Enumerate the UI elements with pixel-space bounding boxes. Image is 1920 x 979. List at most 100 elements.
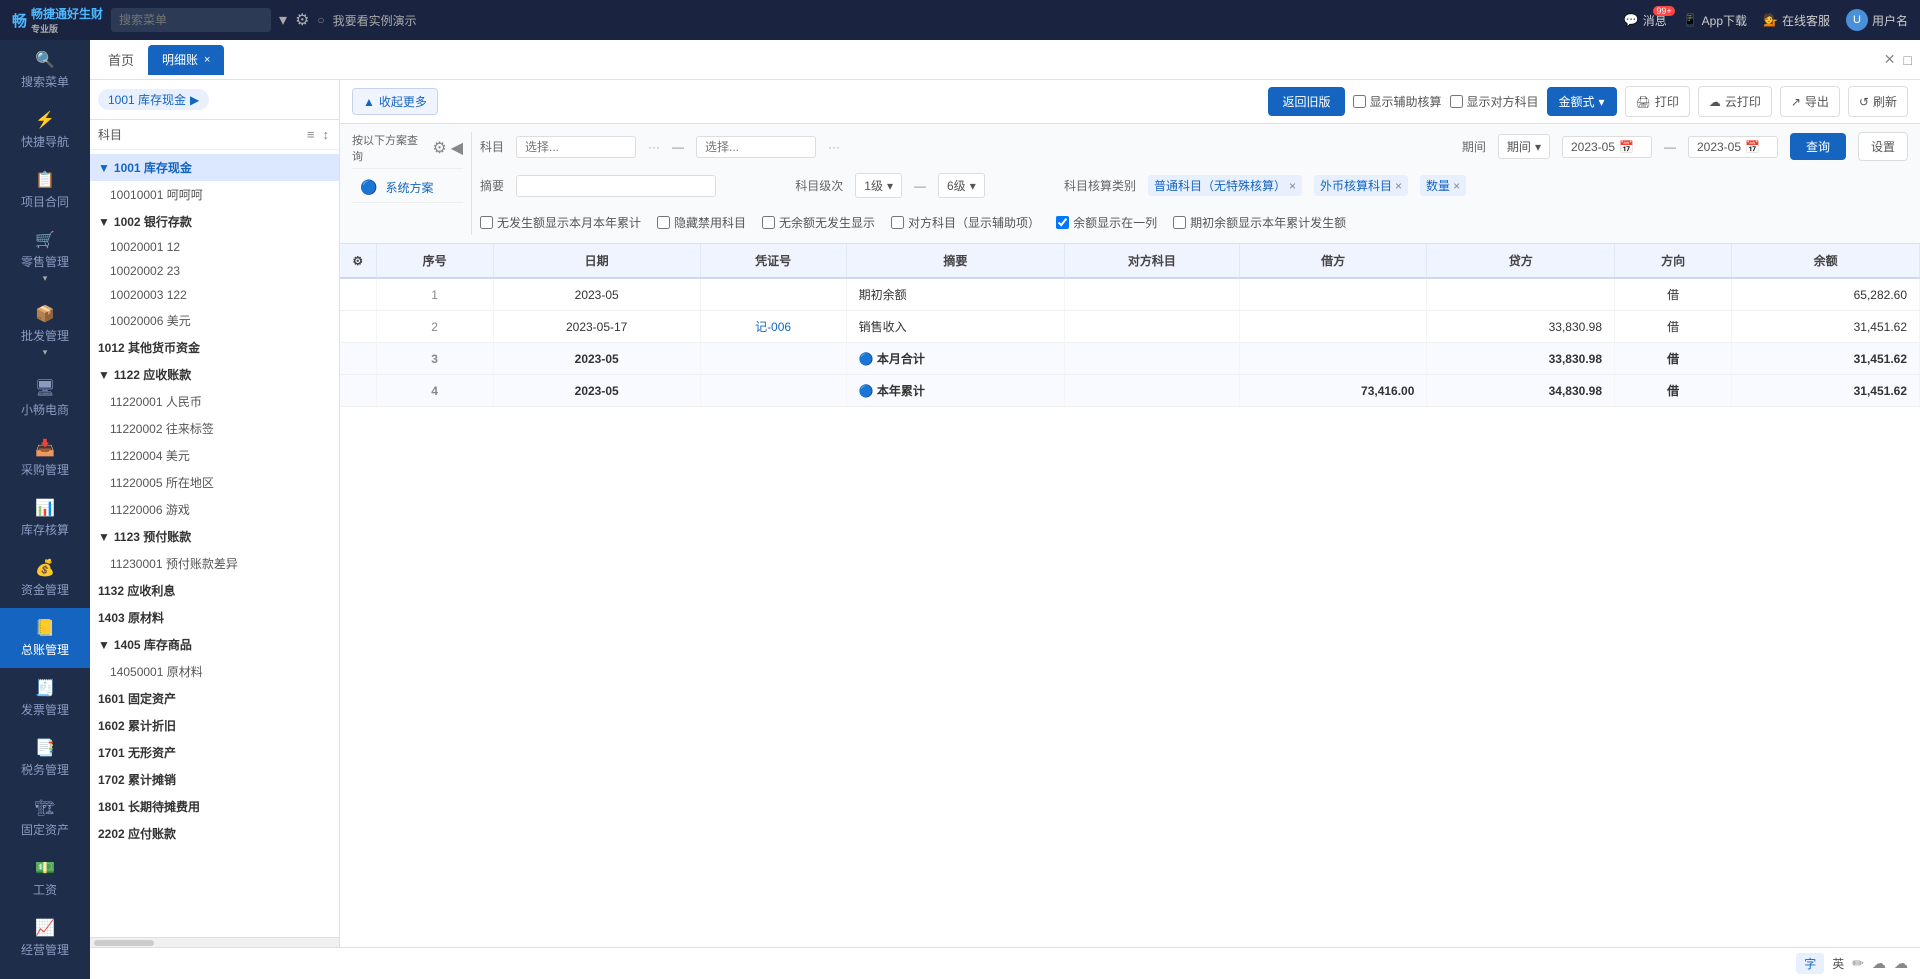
tree-item-11220005[interactable]: 11220005 所在地区 — [90, 469, 339, 496]
refresh-btn[interactable]: ↺ 刷新 — [1848, 86, 1908, 117]
list-view-icon[interactable]: ≡ — [305, 125, 317, 144]
sidebar-item-xiaochang[interactable]: 💳 小畅报销 — [0, 968, 90, 979]
tab-close-btn[interactable]: ✕ — [1884, 51, 1896, 68]
tree-item-10020001[interactable]: 10020001 12 — [90, 235, 339, 259]
cb-opposite-show[interactable]: 对方科目（显示辅助项） — [891, 214, 1040, 231]
tree-item-1405[interactable]: ▼ 1405 库存商品 — [90, 631, 339, 658]
period-start-input[interactable]: 2023-05 📅 — [1562, 136, 1652, 158]
cb-balance-one-col-input[interactable] — [1056, 216, 1069, 229]
status-lang-btn[interactable]: 字 — [1796, 953, 1824, 974]
scheme-row[interactable]: 🔵 系统方案 — [352, 173, 463, 203]
cb-balance-one-col[interactable]: 余额显示在一列 — [1056, 214, 1157, 231]
tree-item-1012[interactable]: 1012 其他货币资金 — [90, 334, 339, 361]
sort-icon[interactable]: ↕ — [321, 125, 332, 144]
sidebar-item-general[interactable]: 📒 总账管理 — [0, 608, 90, 668]
cloud-print-btn[interactable]: ☁ 云打印 — [1698, 86, 1772, 117]
export-btn[interactable]: ↗ 导出 — [1780, 86, 1840, 117]
sidebar-item-retail[interactable]: 🛒 零售管理 ▾ — [0, 220, 90, 294]
tag-quantity-close[interactable]: × — [1453, 179, 1460, 193]
sidebar-item-quick-nav[interactable]: ⚡ 快捷导航 — [0, 100, 90, 160]
col-gear[interactable]: ⚙ — [340, 244, 376, 278]
amount-style-btn[interactable]: 金额式 ▾ — [1547, 87, 1617, 116]
sidebar-item-invoice[interactable]: 🧾 发票管理 — [0, 668, 90, 728]
cb-period-balance[interactable]: 期初余额显示本年累计发生额 — [1173, 214, 1346, 231]
sidebar-item-salary[interactable]: 💵 工资 — [0, 848, 90, 908]
tree-item-1701[interactable]: 1701 无形资产 — [90, 739, 339, 766]
tree-item-11220004[interactable]: 11220004 美元 — [90, 442, 339, 469]
tree-item-10020002[interactable]: 10020002 23 — [90, 259, 339, 283]
tree-item-1122[interactable]: ▼ 1122 应收账款 — [90, 361, 339, 388]
cb-opposite-show-input[interactable] — [891, 216, 904, 229]
tree-item-10020003[interactable]: 10020003 122 — [90, 283, 339, 307]
tree-item-1801[interactable]: 1801 长期待摊费用 — [90, 793, 339, 820]
status-cloud-icon2[interactable]: ☁ — [1894, 955, 1908, 972]
voucher-link-2[interactable]: 记-006 — [755, 320, 791, 334]
settings-icon[interactable]: ⚙ — [295, 10, 309, 30]
collapse-more-btn[interactable]: ▲ 收起更多 — [352, 88, 438, 115]
search-input[interactable] — [111, 8, 271, 32]
settings-btn[interactable]: 设置 — [1858, 132, 1908, 161]
sidebar-item-project[interactable]: 📋 项目合同 — [0, 160, 90, 220]
show-opposite-check[interactable]: 显示对方科目 — [1450, 93, 1539, 110]
query-config-icon[interactable]: ⚙ — [432, 138, 446, 158]
message-btn[interactable]: 💬 消息 99+ — [1624, 12, 1667, 29]
level-start-select[interactable]: 1级 ▾ — [855, 173, 902, 198]
sidebar-item-wholesale[interactable]: 📦 批发管理 ▾ — [0, 294, 90, 368]
tree-item-1403[interactable]: 1403 原材料 — [90, 604, 339, 631]
tag-normal-close[interactable]: × — [1289, 179, 1296, 193]
level-end-select[interactable]: 6级 ▾ — [938, 173, 985, 198]
cb-no-balance-show[interactable]: 无余额无发生显示 — [762, 214, 875, 231]
tree-item-1123[interactable]: ▼ 1123 预付账款 — [90, 523, 339, 550]
cb-period-balance-input[interactable] — [1173, 216, 1186, 229]
subject-end-input[interactable] — [696, 136, 816, 158]
demo-link[interactable]: 我要看实例演示 — [333, 12, 417, 29]
tree-item-11220001[interactable]: 11220001 人民币 — [90, 388, 339, 415]
tree-item-2202[interactable]: 2202 应付账款 — [90, 820, 339, 847]
tree-item-1132[interactable]: 1132 应收利息 — [90, 577, 339, 604]
cell-voucher-2[interactable]: 记-006 — [700, 311, 846, 343]
cb-no-balance-input[interactable] — [480, 216, 493, 229]
dropdown-icon[interactable]: ▾ — [279, 10, 287, 30]
sidebar-item-inventory[interactable]: 📊 库存核算 — [0, 488, 90, 548]
sidebar-item-finance[interactable]: 💰 资金管理 — [0, 548, 90, 608]
sidebar-item-operation[interactable]: 📈 经营管理 — [0, 908, 90, 968]
tab-detail-ledger[interactable]: 明细账 × — [148, 45, 224, 75]
tree-item-1001[interactable]: ▼ 1001 库存现金 — [90, 154, 339, 181]
tree-item-1702[interactable]: 1702 累计摊销 — [90, 766, 339, 793]
lang-toggle[interactable]: 英 — [1832, 955, 1844, 972]
cb-hide-disabled[interactable]: 隐藏禁用科目 — [657, 214, 746, 231]
tree-item-11220002[interactable]: 11220002 往来标签 — [90, 415, 339, 442]
sidebar-item-fixed[interactable]: 🏗 固定资产 — [0, 788, 90, 848]
app-download-btn[interactable]: 📱 App下载 — [1683, 12, 1747, 29]
tree-item-14050001[interactable]: 14050001 原材料 — [90, 658, 339, 685]
tree-item-11220006[interactable]: 11220006 游戏 — [90, 496, 339, 523]
status-edit-icon[interactable]: ✏ — [1852, 955, 1864, 972]
sidebar-item-search[interactable]: 🔍 搜索菜单 — [0, 40, 90, 100]
tab-expand-btn[interactable]: □ — [1904, 52, 1912, 68]
tree-item-10020006[interactable]: 10020006 美元 — [90, 307, 339, 334]
tab-close-icon[interactable]: × — [204, 54, 210, 66]
online-service-btn[interactable]: 💁 在线客服 — [1763, 12, 1830, 29]
sidebar-item-tax[interactable]: 📑 税务管理 — [0, 728, 90, 788]
back-old-btn[interactable]: 返回旧版 — [1268, 87, 1344, 116]
cb-no-balance-show-input[interactable] — [762, 216, 775, 229]
query-collapse-icon[interactable]: ◀ — [451, 138, 463, 158]
cb-hide-disabled-input[interactable] — [657, 216, 670, 229]
status-cloud-icon1[interactable]: ☁ — [1872, 955, 1886, 972]
tree-item-11230001[interactable]: 11230001 预付账款差异 — [90, 550, 339, 577]
summary-input[interactable] — [516, 175, 716, 197]
tab-home[interactable]: 首页 — [98, 50, 144, 69]
cb-no-balance[interactable]: 无发生额显示本月本年累计 — [480, 214, 641, 231]
show-opposite-checkbox[interactable] — [1450, 95, 1463, 108]
period-end-input[interactable]: 2023-05 📅 — [1688, 136, 1778, 158]
subject-selector[interactable]: 1001 库存现金 ▶ — [98, 89, 209, 110]
left-scroll-bar[interactable] — [90, 937, 339, 947]
period-mode-select[interactable]: 期间 ▾ — [1498, 134, 1550, 159]
tree-item-1601[interactable]: 1601 固定资产 — [90, 685, 339, 712]
tag-foreign-close[interactable]: × — [1395, 179, 1402, 193]
query-btn[interactable]: 查询 — [1790, 133, 1846, 160]
tree-item-1002[interactable]: ▼ 1002 银行存款 — [90, 208, 339, 235]
sidebar-item-ecommerce[interactable]: 🖥 小畅电商 — [0, 368, 90, 428]
show-assist-check[interactable]: 显示辅助核算 — [1353, 93, 1442, 110]
tree-item-10010001[interactable]: 10010001 呵呵呵 — [90, 181, 339, 208]
